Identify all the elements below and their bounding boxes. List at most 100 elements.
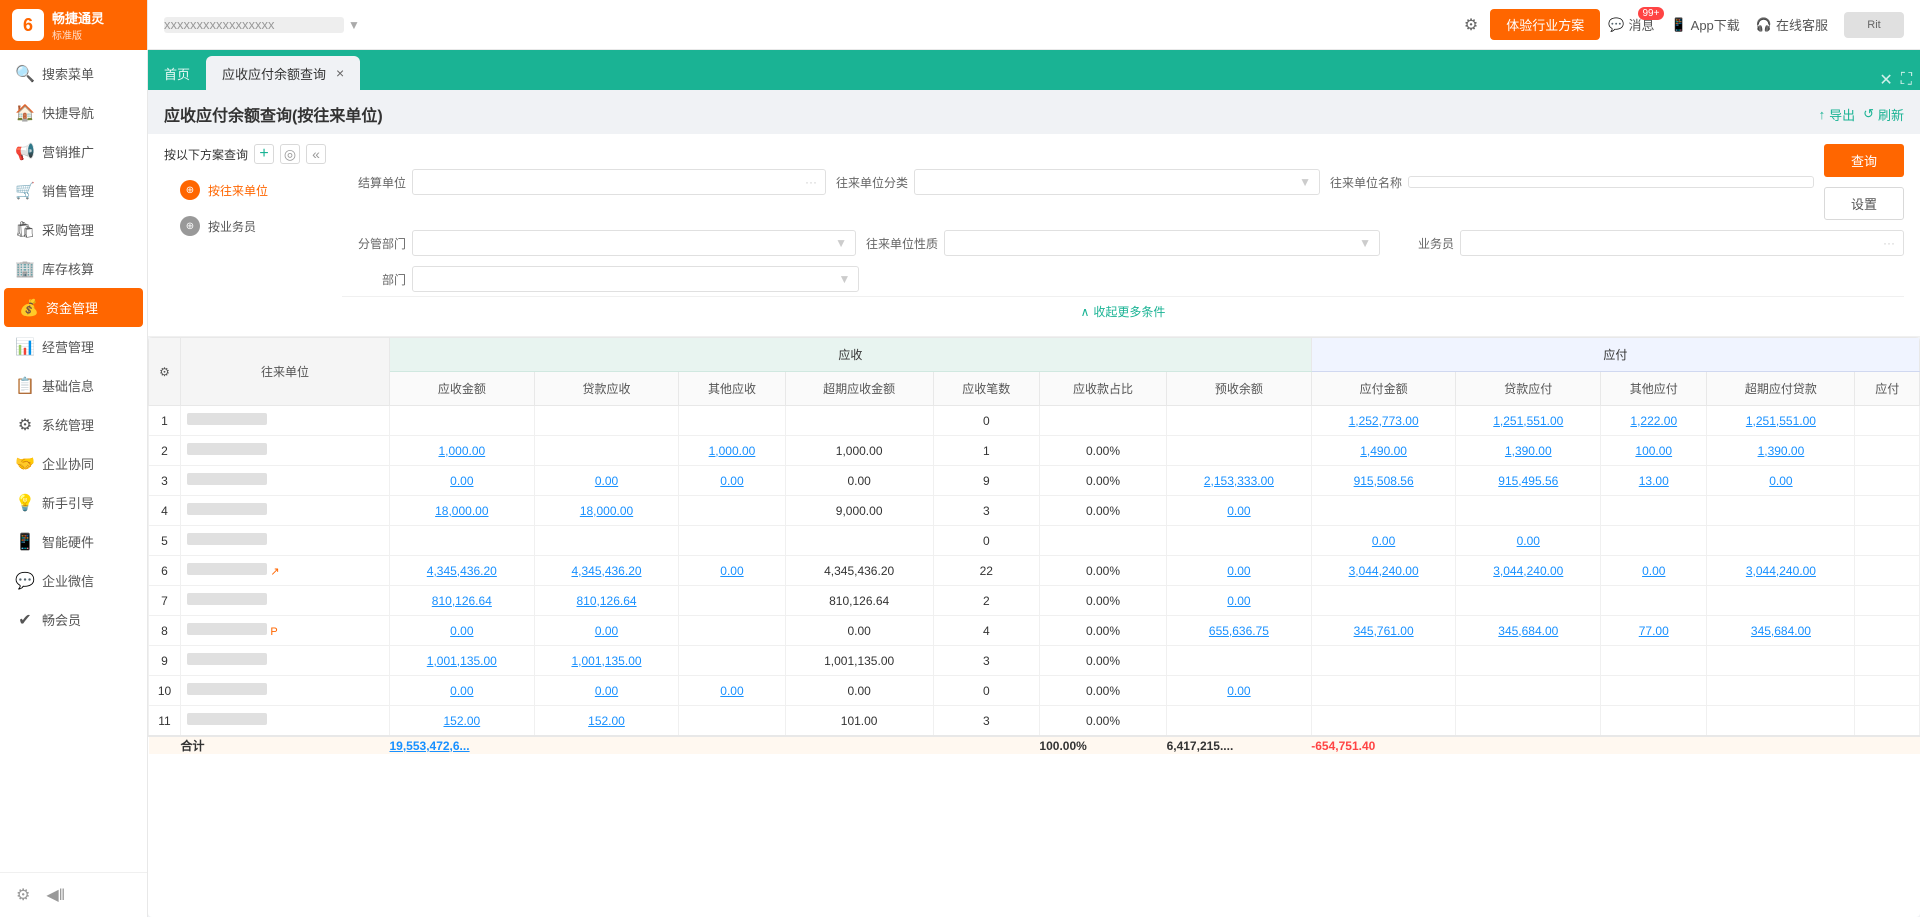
sidebar-item-sales[interactable]: 🛒 销售管理 <box>0 171 147 210</box>
dept-input[interactable]: ▼ <box>412 266 859 292</box>
advance-balance[interactable]: 0.00 <box>1167 496 1312 526</box>
ap-loan[interactable]: 1,251,551.00 <box>1456 406 1601 436</box>
ar-other[interactable]: 0.00 <box>679 466 785 496</box>
sidebar-item-operation[interactable]: 📊 经营管理 <box>0 327 147 366</box>
ap-other[interactable]: 77.00 <box>1601 616 1707 646</box>
setting-button[interactable]: 设置 <box>1824 187 1904 220</box>
advance-balance[interactable]: 0.00 <box>1167 556 1312 586</box>
refresh-button[interactable]: ↺ 刷新 <box>1863 105 1904 124</box>
ar-amount[interactable]: 0.00 <box>389 466 534 496</box>
ar-loan[interactable]: 0.00 <box>534 466 679 496</box>
ar-loan[interactable]: 18,000.00 <box>534 496 679 526</box>
ap-other[interactable]: 1,222.00 <box>1601 406 1707 436</box>
tab-close-all-icon[interactable]: ✕ <box>1879 70 1892 90</box>
ar-amount[interactable]: 810,126.64 <box>389 586 534 616</box>
query-button[interactable]: 查询 <box>1824 144 1904 177</box>
query-option-by-unit[interactable]: ⊕ 按往来单位 <box>164 172 326 208</box>
collapse-schema-btn[interactable]: « <box>306 144 326 164</box>
ap-loan[interactable]: 0.00 <box>1456 526 1601 556</box>
sidebar-item-fund[interactable]: 💰 资金管理 <box>4 288 143 327</box>
ar-overdue: 101.00 <box>785 706 933 737</box>
ar-amount[interactable]: 4,345,436.20 <box>389 556 534 586</box>
advance-balance[interactable]: 0.00 <box>1167 586 1312 616</box>
ar-loan[interactable]: 0.00 <box>534 676 679 706</box>
ap-other <box>1601 526 1707 556</box>
tab-balance[interactable]: 应收应付余额查询 × <box>206 56 360 90</box>
tab-expand-icon[interactable]: ⛶ <box>1901 71 1912 89</box>
ap-overdue[interactable]: 0.00 <box>1707 466 1855 496</box>
ar-loan[interactable]: 4,345,436.20 <box>534 556 679 586</box>
ap-loan[interactable]: 1,390.00 <box>1456 436 1601 466</box>
ap-amount[interactable]: 1,490.00 <box>1311 436 1456 466</box>
collapse-filter-btn[interactable]: ∧ 收起更多条件 <box>342 296 1904 326</box>
ap-amount <box>1311 706 1456 737</box>
sidebar-item-search[interactable]: 🔍 搜索菜单 <box>0 54 147 93</box>
sidebar-item-system[interactable]: ⚙ 系统管理 <box>0 405 147 444</box>
industry-solution-button[interactable]: 体验行业方案 <box>1490 9 1600 40</box>
ar-amount[interactable]: 18,000.00 <box>389 496 534 526</box>
unit-category-input[interactable]: ▼ <box>914 169 1320 195</box>
user-avatar[interactable]: Rit <box>1844 12 1904 38</box>
ap-amount[interactable]: 915,508.56 <box>1311 466 1456 496</box>
advance-balance[interactable]: 655,636.75 <box>1167 616 1312 646</box>
topbar-gear-icon[interactable]: ⚙ <box>1460 11 1482 39</box>
ar-loan[interactable]: 152.00 <box>534 706 679 737</box>
messages-btn[interactable]: 💬 消息 99+ <box>1608 15 1654 34</box>
ar-amount[interactable]: 0.00 <box>389 616 534 646</box>
sidebar-item-hardware[interactable]: 📱 智能硬件 <box>0 522 147 561</box>
ar-other[interactable]: 1,000.00 <box>679 436 785 466</box>
salesman-input[interactable]: ··· <box>1460 230 1904 256</box>
add-schema-btn[interactable]: + <box>254 144 274 164</box>
ap-amount[interactable]: 345,761.00 <box>1311 616 1456 646</box>
unit-nature-input[interactable]: ▼ <box>944 230 1380 256</box>
ap-overdue[interactable]: 345,684.00 <box>1707 616 1855 646</box>
ap-overdue[interactable]: 3,044,240.00 <box>1707 556 1855 586</box>
ap-other[interactable]: 100.00 <box>1601 436 1707 466</box>
sidebar-item-inventory[interactable]: 🏢 库存核算 <box>0 249 147 288</box>
advance-balance[interactable]: 0.00 <box>1167 676 1312 706</box>
sidebar-item-basic[interactable]: 📋 基础信息 <box>0 366 147 405</box>
ap-overdue[interactable]: 1,251,551.00 <box>1707 406 1855 436</box>
advance-balance[interactable]: 2,153,333.00 <box>1167 466 1312 496</box>
ar-amount[interactable]: 1,000.00 <box>389 436 534 466</box>
ar-loan[interactable]: 810,126.64 <box>534 586 679 616</box>
logo-name: 畅捷通灵 <box>52 8 104 27</box>
sidebar-item-marketing[interactable]: 📢 营销推广 <box>0 132 147 171</box>
ar-amount[interactable]: 1,001,135.00 <box>389 646 534 676</box>
sidebar-settings-btn[interactable]: ⚙ <box>16 885 30 905</box>
ar-loan[interactable]: 1,001,135.00 <box>534 646 679 676</box>
ap-loan[interactable]: 345,684.00 <box>1456 616 1601 646</box>
ap-other[interactable]: 13.00 <box>1601 466 1707 496</box>
sidebar-item-purchase[interactable]: 🛍 采购管理 <box>0 210 147 249</box>
tab-home[interactable]: 首页 <box>148 56 206 90</box>
ap-loan[interactable]: 915,495.56 <box>1456 466 1601 496</box>
edit-schema-btn[interactable]: ◎ <box>280 144 300 164</box>
settlement-unit-input[interactable]: ··· <box>412 169 826 195</box>
sidebar-collapse-btn[interactable]: ◀‖ <box>46 885 65 905</box>
sidebar-item-wechat[interactable]: 💬 企业微信 <box>0 561 147 600</box>
query-option-by-salesman[interactable]: ⊕ 按业务员 <box>164 208 326 244</box>
unit-name-input[interactable] <box>1408 176 1814 188</box>
dept-manager-input[interactable]: ▼ <box>412 230 856 256</box>
app-download-btn[interactable]: 📱 App下载 <box>1670 15 1739 34</box>
sidebar-item-shortcut[interactable]: 🏠 快捷导航 <box>0 93 147 132</box>
ar-loan[interactable]: 0.00 <box>534 616 679 646</box>
sidebar-item-guide[interactable]: 💡 新手引导 <box>0 483 147 522</box>
ap-overdue[interactable]: 1,390.00 <box>1707 436 1855 466</box>
ap-other[interactable]: 0.00 <box>1601 556 1707 586</box>
ar-other[interactable]: 0.00 <box>679 676 785 706</box>
ap-amount[interactable]: 0.00 <box>1311 526 1456 556</box>
ap-loan[interactable]: 3,044,240.00 <box>1456 556 1601 586</box>
sidebar-item-member[interactable]: ✔ 畅会员 <box>0 600 147 639</box>
online-service-btn[interactable]: 🎧 在线客服 <box>1756 15 1828 34</box>
tab-close-icon[interactable]: × <box>336 66 344 80</box>
export-button[interactable]: ↑ 导出 <box>1819 105 1856 124</box>
ap-amount[interactable]: 1,252,773.00 <box>1311 406 1456 436</box>
ap-amount[interactable]: 3,044,240.00 <box>1311 556 1456 586</box>
table-settings-header[interactable]: ⚙ <box>149 338 181 406</box>
ar-amount[interactable]: 0.00 <box>389 676 534 706</box>
sidebar-item-enterprise[interactable]: 🤝 企业协同 <box>0 444 147 483</box>
total-ar-amount[interactable]: 19,553,472,6... <box>389 736 534 754</box>
ar-other[interactable]: 0.00 <box>679 556 785 586</box>
ar-amount[interactable]: 152.00 <box>389 706 534 737</box>
